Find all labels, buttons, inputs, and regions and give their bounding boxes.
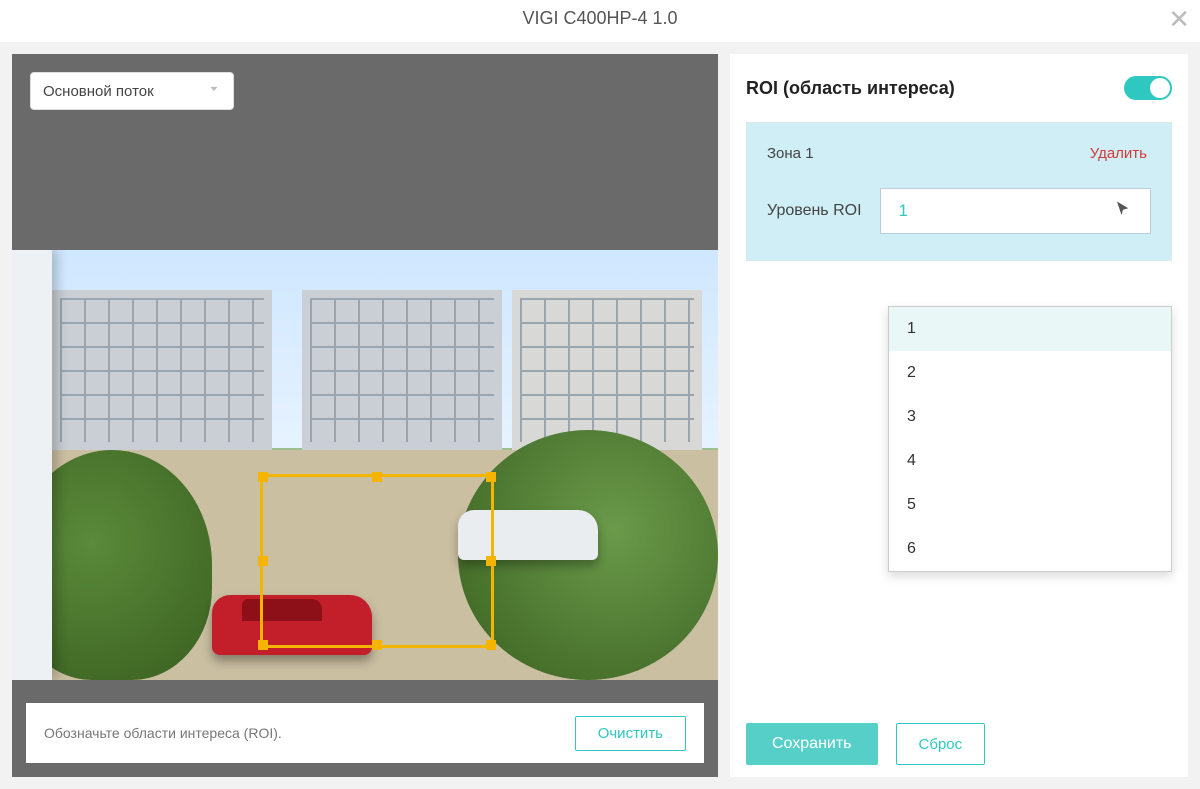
section-title: ROI (область интереса): [746, 78, 955, 99]
roi-level-option[interactable]: 2: [889, 351, 1171, 395]
roi-handle-mid-left[interactable]: [258, 556, 268, 566]
settings-panel: ROI (область интереса) Зона 1 Удалить Ур…: [730, 54, 1188, 777]
page-body: Основной поток: [0, 42, 1200, 789]
close-icon[interactable]: ✕: [1168, 6, 1190, 32]
roi-handle-bottom-left[interactable]: [258, 640, 268, 650]
roi-handle-top-left[interactable]: [258, 472, 268, 482]
roi-level-dropdown[interactable]: 1 2 3 4 5 6: [888, 306, 1172, 572]
zone-card: Зона 1 Удалить Уровень ROI 1: [746, 122, 1172, 261]
roi-level-value: 1: [899, 201, 908, 221]
window-titlebar: VIGI C400HP-4 1.0 ✕: [0, 0, 1200, 42]
roi-handle-mid-right[interactable]: [486, 556, 496, 566]
save-button[interactable]: Сохранить: [746, 723, 878, 765]
roi-toggle[interactable]: [1124, 76, 1172, 100]
roi-selection-rect[interactable]: [260, 474, 494, 648]
cursor-icon: [1114, 200, 1132, 223]
clear-button[interactable]: Очистить: [575, 716, 686, 751]
zone-header: Зона 1 Удалить: [747, 123, 1171, 174]
roi-level-select[interactable]: 1: [880, 188, 1151, 234]
zone-level-row: Уровень ROI 1: [747, 174, 1171, 260]
video-panel: Основной поток: [12, 54, 718, 777]
zone-label: Зона 1: [767, 145, 814, 162]
hint-text: Обозначьте области интереса (ROI).: [44, 725, 282, 741]
action-buttons: Сохранить Сброс: [746, 723, 985, 765]
hint-bar: Обозначьте области интереса (ROI). Очист…: [26, 703, 704, 763]
roi-level-option[interactable]: 6: [889, 527, 1171, 571]
video-preview[interactable]: [12, 250, 718, 680]
roi-level-option[interactable]: 1: [889, 307, 1171, 351]
roi-handle-bottom-right[interactable]: [486, 640, 496, 650]
roi-handle-top-mid[interactable]: [372, 472, 382, 482]
roi-level-label: Уровень ROI: [767, 202, 862, 220]
chevron-down-icon: [207, 82, 221, 100]
stream-type-label: Основной поток: [43, 83, 154, 100]
roi-handle-top-right[interactable]: [486, 472, 496, 482]
roi-level-option[interactable]: 5: [889, 483, 1171, 527]
section-header: ROI (область интереса): [746, 68, 1172, 108]
zone-delete-link[interactable]: Удалить: [1090, 145, 1147, 162]
reset-button[interactable]: Сброс: [896, 723, 986, 765]
roi-level-option[interactable]: 3: [889, 395, 1171, 439]
roi-level-option[interactable]: 4: [889, 439, 1171, 483]
window-title: VIGI C400HP-4 1.0: [522, 8, 677, 29]
stream-type-select[interactable]: Основной поток: [30, 72, 234, 110]
roi-handle-bottom-mid[interactable]: [372, 640, 382, 650]
